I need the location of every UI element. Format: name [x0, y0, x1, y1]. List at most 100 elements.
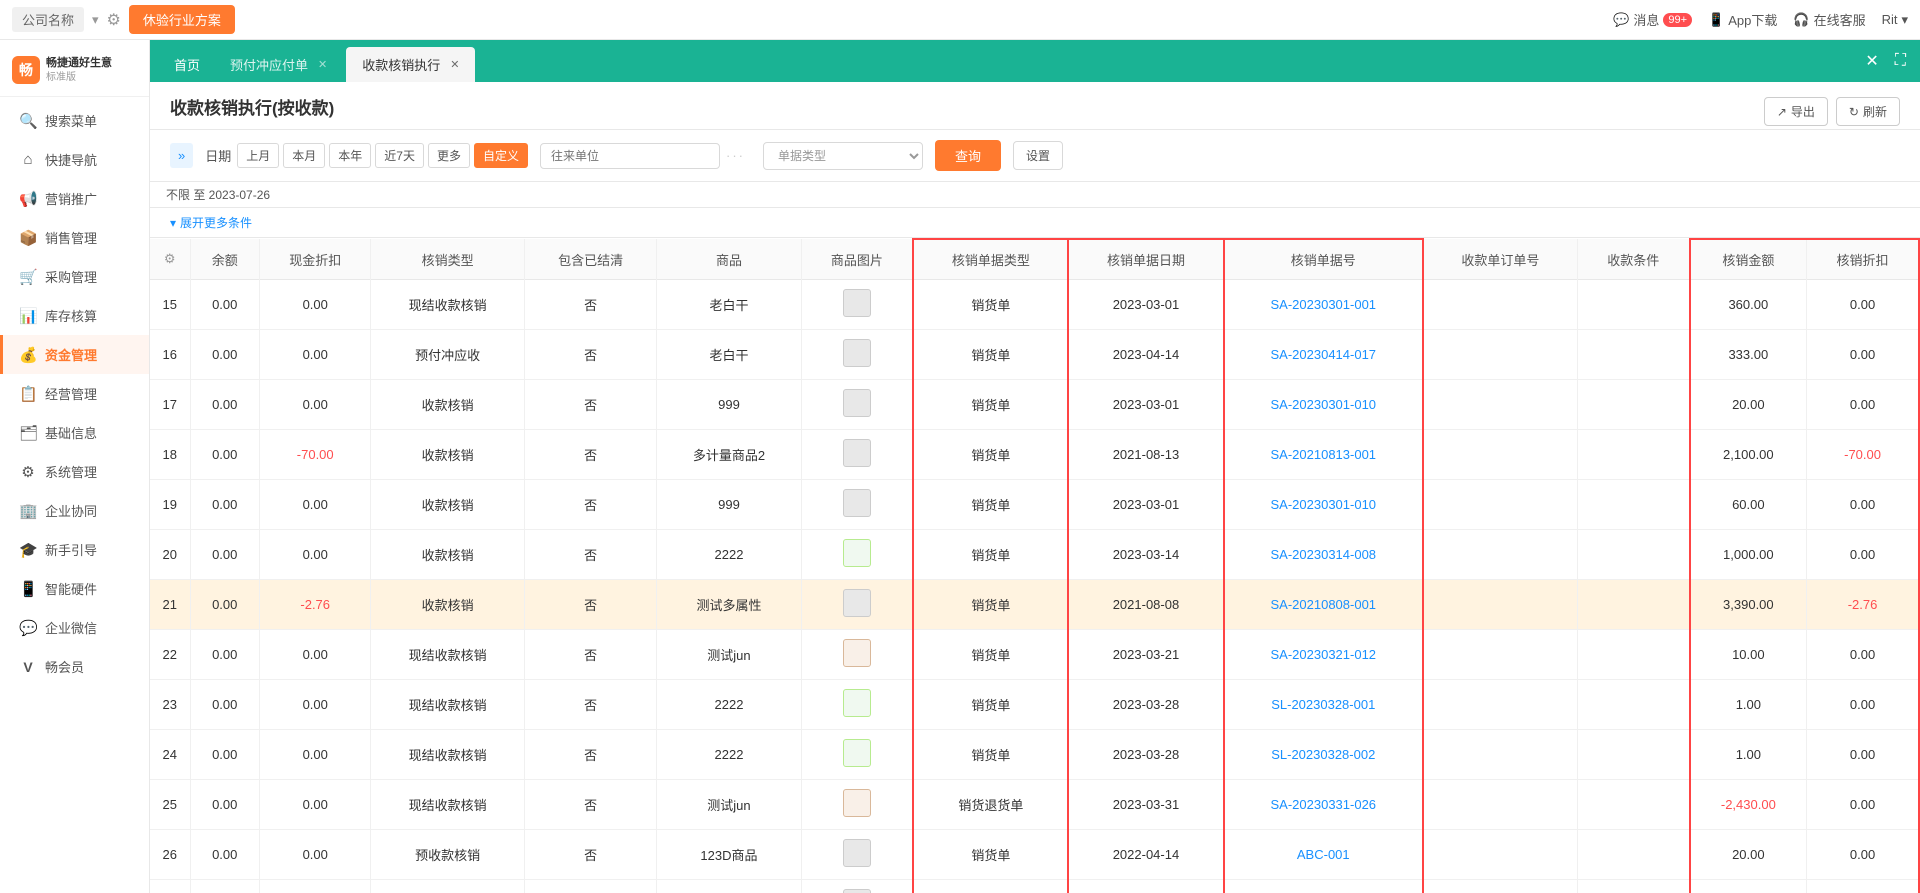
logo-area: 畅 畅捷通好生意 标准版 — [0, 48, 149, 97]
write-off-no-link[interactable]: SA-20230301-001 — [1271, 297, 1377, 312]
sidebar-item-wechat[interactable]: 💬 企业微信 — [0, 608, 149, 647]
table-row: 17 0.00 0.00 收款核销 否 999 销货单 2023-03-01 S… — [150, 380, 1919, 430]
td-write-off-no[interactable]: SA-20230301-010 — [1224, 480, 1424, 530]
td-write-off-no[interactable]: SA-20230314-008 — [1224, 530, 1424, 580]
date-btn-this-month[interactable]: 本月 — [283, 143, 325, 168]
write-off-no-link[interactable]: SA-20230301-010 — [1271, 397, 1377, 412]
user-item[interactable]: Rit ▾ — [1882, 12, 1908, 28]
settings-icon[interactable]: ⚙ — [107, 10, 121, 30]
gear-icon[interactable]: ⚙ — [164, 251, 176, 266]
table-wrapper[interactable]: ⚙ 余额 现金折扣 核销类型 包含已结清 商品 商品图片 核销单据类型 核销单据… — [150, 238, 1920, 893]
td-write-off-no[interactable]: SL-20230328-001 — [1224, 680, 1424, 730]
dropdown-icon[interactable]: ▾ — [92, 12, 99, 28]
th-write-off-date: 核销单据日期 — [1068, 239, 1223, 280]
td-goods: 999 — [657, 380, 801, 430]
td-receipt-order-no — [1423, 730, 1577, 780]
td-receipt-condition — [1577, 280, 1689, 330]
td-write-off-no[interactable]: ABC-001 — [1224, 830, 1424, 880]
td-write-off-no[interactable]: SA-20210808-001 — [1224, 580, 1424, 630]
td-receipt-order-no — [1423, 280, 1577, 330]
company-name[interactable]: 公司名称 — [12, 7, 84, 32]
td-write-off-no[interactable]: SA-20210813-001 — [1224, 430, 1424, 480]
inventory-icon: 📊 — [19, 307, 37, 325]
td-write-off-no[interactable]: SA-20230414-017 — [1224, 330, 1424, 380]
td-cash-discount: 0.00 — [259, 680, 370, 730]
write-off-no-link[interactable]: SA-20230414-017 — [1271, 347, 1377, 362]
message-icon: 💬 — [1613, 12, 1629, 28]
date-btn-this-year[interactable]: 本年 — [329, 143, 371, 168]
tab-close-window-btn[interactable]: ✕ — [1861, 47, 1882, 75]
partner-input[interactable] — [540, 143, 720, 169]
sidebar-item-smart-hw[interactable]: 📱 智能硬件 — [0, 569, 149, 608]
tab-maximize-btn[interactable]: ⛶ — [1891, 47, 1910, 75]
td-type: 预付冲应收 — [371, 330, 524, 380]
sidebar-item-corp[interactable]: 🏢 企业协同 — [0, 491, 149, 530]
td-type: 现结收款核销 — [371, 730, 524, 780]
tab-prepay-close[interactable]: ✕ — [318, 58, 327, 71]
sidebar-item-finance[interactable]: 💰 资金管理 — [0, 335, 149, 374]
td-write-off-no[interactable]: SL-20230408-001 — [1224, 880, 1424, 893]
voucher-type-select[interactable]: 单据类型 — [763, 142, 923, 170]
td-write-off-date: 2023-03-01 — [1068, 480, 1223, 530]
date-range-display: 不限 至 2023-07-26 — [150, 182, 1920, 208]
sidebar-item-base-info[interactable]: 🗂 基础信息 — [0, 413, 149, 452]
sidebar-item-newbie[interactable]: 🎓 新手引导 — [0, 530, 149, 569]
td-write-off-discount: -2.76 — [1807, 580, 1919, 630]
filter-toggle-btn[interactable]: » — [170, 143, 193, 168]
write-off-no-link[interactable]: SA-20210808-001 — [1271, 597, 1377, 612]
td-settled: 否 — [524, 780, 656, 830]
td-goods: 测试jun — [657, 780, 801, 830]
sidebar-item-quick-nav[interactable]: ⌂ 快捷导航 — [0, 140, 149, 179]
export-btn[interactable]: ↗ 导出 — [1764, 97, 1828, 126]
sidebar-item-system[interactable]: ⚙ 系统管理 — [0, 452, 149, 491]
td-write-off-date: 2023-03-01 — [1068, 380, 1223, 430]
td-balance: 0.00 — [190, 830, 259, 880]
tab-prepay[interactable]: 预付冲应付单 ✕ — [214, 47, 343, 82]
tab-home[interactable]: 首页 — [160, 47, 214, 82]
write-off-no-link[interactable]: SL-20230328-002 — [1271, 747, 1375, 762]
sidebar-item-vip[interactable]: V 畅会员 — [0, 647, 149, 686]
write-off-no-link[interactable]: SA-20230321-012 — [1271, 647, 1377, 662]
sidebar-item-inventory[interactable]: 📊 库存核算 — [0, 296, 149, 335]
online-service-item[interactable]: 🎧 在线客服 — [1793, 10, 1865, 29]
date-btn-7days[interactable]: 近7天 — [375, 143, 424, 168]
write-off-no-link[interactable]: SA-20210813-001 — [1271, 447, 1377, 462]
refresh-btn[interactable]: ↻ 刷新 — [1836, 97, 1900, 126]
date-btn-group: 上月 本月 本年 近7天 更多 自定义 — [237, 143, 528, 168]
app-download-item[interactable]: 📱 App下载 — [1708, 10, 1777, 29]
sidebar-item-purchase[interactable]: 🛒 采购管理 — [0, 257, 149, 296]
expand-more-btn[interactable]: ▾ 展开更多条件 — [150, 208, 1920, 238]
td-write-off-no[interactable]: SA-20230301-001 — [1224, 280, 1424, 330]
system-icon: ⚙ — [19, 463, 37, 481]
write-off-no-link[interactable]: SL-20230328-001 — [1271, 697, 1375, 712]
industry-btn[interactable]: 休验行业方案 — [129, 5, 235, 34]
sidebar-item-operations[interactable]: 📋 经营管理 — [0, 374, 149, 413]
td-write-off-no[interactable]: SA-20230331-026 — [1224, 780, 1424, 830]
sidebar-item-marketing[interactable]: 📢 营销推广 — [0, 179, 149, 218]
sidebar-item-sales[interactable]: 📦 销售管理 — [0, 218, 149, 257]
write-off-no-link[interactable]: SA-20230301-010 — [1271, 497, 1377, 512]
th-gear[interactable]: ⚙ — [150, 239, 190, 280]
write-off-no-link[interactable]: SA-20230331-026 — [1271, 797, 1377, 812]
date-btn-last-month[interactable]: 上月 — [237, 143, 279, 168]
td-write-off-amount: 100.00 — [1690, 880, 1807, 893]
write-off-no-link[interactable]: ABC-001 — [1297, 847, 1350, 862]
td-write-off-no[interactable]: SA-20230321-012 — [1224, 630, 1424, 680]
date-btn-custom[interactable]: 自定义 — [474, 143, 528, 168]
sidebar-item-search[interactable]: 🔍 搜索菜单 — [0, 101, 149, 140]
td-cash-discount: 0.00 — [259, 880, 370, 893]
tab-writeoff-close[interactable]: ✕ — [450, 58, 459, 71]
td-settled: 否 — [524, 580, 656, 630]
td-write-off-no[interactable]: SL-20230328-002 — [1224, 730, 1424, 780]
write-off-no-link[interactable]: SA-20230314-008 — [1271, 547, 1377, 562]
notification-item[interactable]: 💬 消息 99+ — [1613, 10, 1692, 29]
date-btn-more[interactable]: 更多 — [428, 143, 470, 168]
td-id: 15 — [150, 280, 190, 330]
finance-icon: 💰 — [19, 346, 37, 364]
query-btn[interactable]: 查询 — [935, 140, 1001, 171]
tab-writeoff[interactable]: 收款核销执行 ✕ — [346, 47, 475, 82]
settings-btn[interactable]: 设置 — [1013, 141, 1063, 170]
td-write-off-no[interactable]: SA-20230301-010 — [1224, 380, 1424, 430]
td-id: 21 — [150, 580, 190, 630]
td-write-off-discount: 0.00 — [1807, 530, 1919, 580]
